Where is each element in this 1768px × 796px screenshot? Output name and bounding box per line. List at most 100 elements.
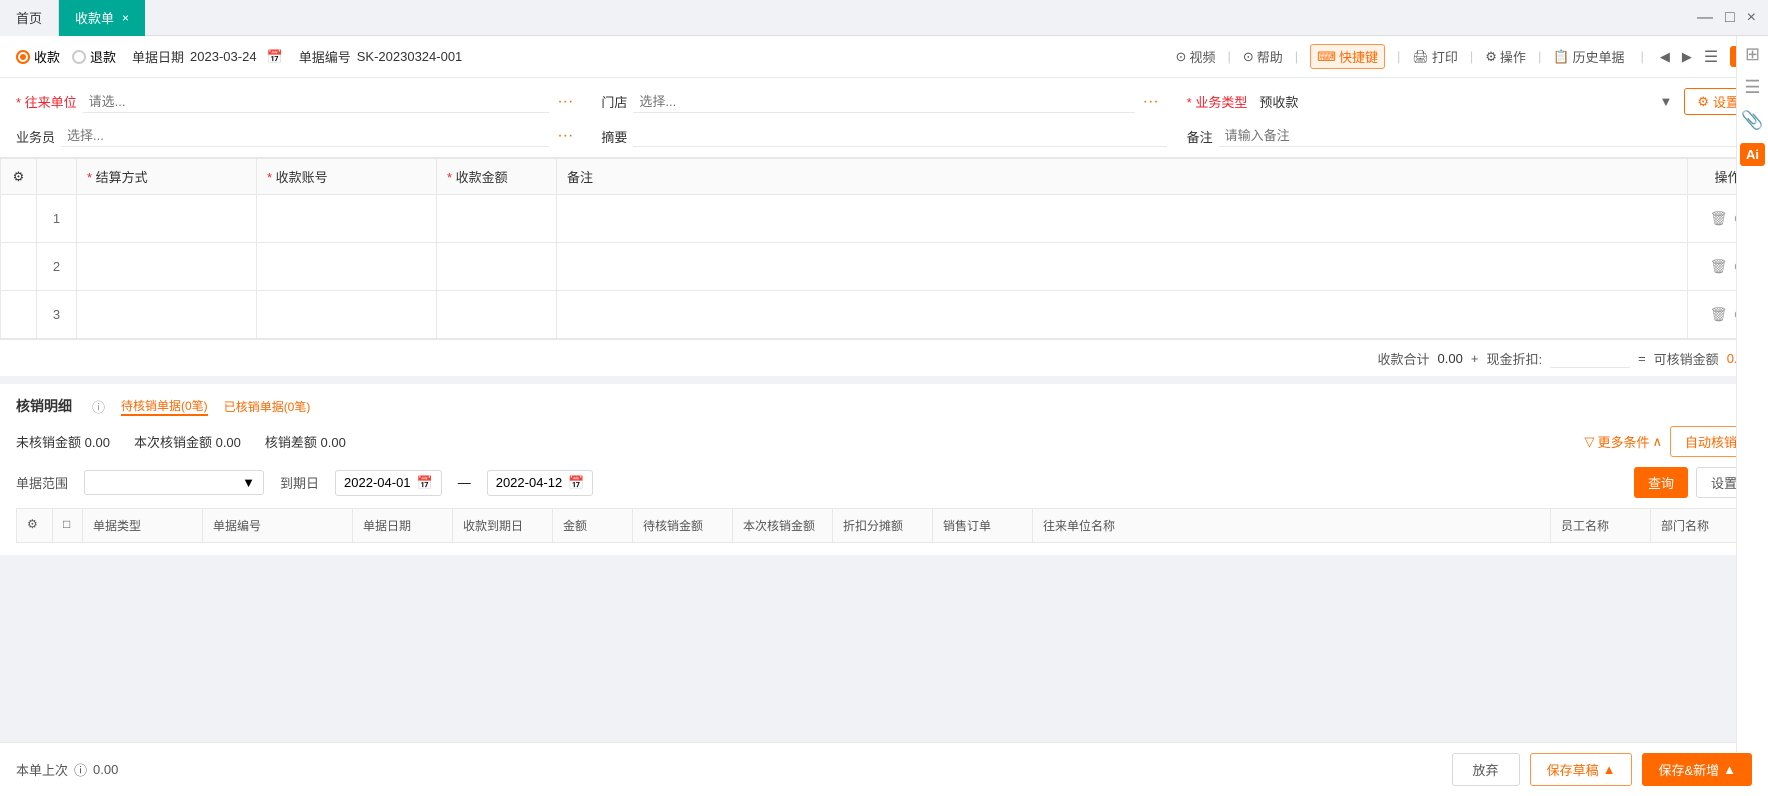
tab-home[interactable]: 首页 [0, 0, 59, 36]
radio-tuikuan[interactable]: 退款 [72, 47, 116, 66]
right-sidebar: ⊞ ☰ 📎 Ai [1736, 36, 1768, 752]
row-amount-1[interactable] [437, 195, 557, 243]
more-conditions-btn[interactable]: ▽ 更多条件 ∧ [1584, 432, 1662, 451]
pending-tab[interactable]: 待核销单据(0笔) [121, 397, 208, 416]
delete-icon-3[interactable]: 🗑 [1710, 306, 1728, 323]
prev-info-icon[interactable]: ⓘ [74, 760, 87, 779]
auto-verify-label: 自动核销 [1685, 435, 1737, 450]
staff-label: 业务员 [16, 127, 55, 146]
biz-type-value: 预收款 [1259, 92, 1298, 111]
diff-stat: 核销差额 0.00 [265, 432, 346, 451]
row-amount-3[interactable] [437, 291, 557, 339]
remark-input[interactable] [1219, 125, 1752, 147]
row-remark-3[interactable] [557, 291, 1688, 339]
row-account-3[interactable] [257, 291, 437, 339]
range-dropdown-icon: ▼ [242, 475, 255, 490]
tab-close-icon[interactable]: × [122, 11, 129, 25]
staff-field: 业务员 ··· [16, 125, 581, 147]
video-btn[interactable]: ⊙ 视频 [1176, 47, 1216, 66]
arrow-left-icon[interactable]: ◀ [1660, 49, 1670, 65]
delete-icon-2[interactable]: 🗑 [1710, 258, 1728, 275]
tab-bar: 首页 收款单 × — □ × [0, 0, 1768, 36]
filter-right: ▽ 更多条件 ∧ 自动核销 [1584, 426, 1752, 457]
tab-active-label: 收款单 [75, 8, 114, 27]
form-row-1: * 往来单位 ··· 门店 ··· * 业务类型 预收款 ▼ ⚙ 设置 [16, 88, 1752, 115]
sidebar-attach-icon[interactable]: 📎 [1741, 110, 1763, 131]
no-field: 单据编号 SK-20230324-001 [299, 47, 463, 66]
row-amount-2[interactable] [437, 243, 557, 291]
save-new-dropdown-icon: ▲ [1723, 762, 1736, 777]
operate-btn[interactable]: ⚙ 操作 [1485, 47, 1526, 66]
range-select[interactable]: ▼ [84, 470, 264, 495]
main-container: 收款 退款 单据日期 2023-03-24 📅 单据编号 SK-20230324… [0, 36, 1768, 796]
arrow-right-icon[interactable]: ▶ [1682, 49, 1692, 65]
table-gear-header[interactable]: ⚙ [1, 159, 37, 195]
discount-input[interactable] [1550, 348, 1630, 368]
radio-shoukuan[interactable]: 收款 [16, 47, 60, 66]
calendar-to-icon: 📅 [568, 475, 584, 491]
help-btn[interactable]: ⊙ 帮助 [1243, 47, 1283, 66]
row-remark-1[interactable] [557, 195, 1688, 243]
list-icon[interactable]: ☰ [1704, 47, 1718, 67]
restore-icon[interactable]: □ [1725, 9, 1735, 27]
row-account-1[interactable] [257, 195, 437, 243]
current-label: 本次核销金额 [134, 435, 212, 450]
equals-sign: = [1638, 351, 1646, 366]
sidebar-list-icon[interactable]: ☰ [1744, 77, 1760, 98]
total-label: 收款合计 [1378, 349, 1430, 368]
vt-gear-col[interactable]: ⚙ [17, 509, 53, 542]
table-col-account: 收款账号 [257, 159, 437, 195]
staff-input[interactable] [61, 125, 549, 147]
prev-label: 本单上次 [16, 760, 68, 779]
tab-active[interactable]: 收款单 × [59, 0, 145, 36]
save-new-btn[interactable]: 保存&新增 ▲ [1642, 753, 1752, 786]
radio-shoukuan-label: 收款 [34, 47, 60, 66]
row-checkbox-1 [1, 195, 37, 243]
calendar-icon[interactable]: 📅 [267, 49, 283, 65]
row-settlement-2[interactable] [77, 243, 257, 291]
due-to-field[interactable]: 2022-04-12 📅 [487, 470, 594, 496]
sep5: | [1538, 49, 1541, 64]
bottom-bar: 本单上次 ⓘ 0.00 放弃 保存草稿 ▲ 保存&新增 ▲ [0, 742, 1768, 796]
no-value[interactable]: SK-20230324-001 [357, 49, 463, 64]
date-value[interactable]: 2023-03-24 [190, 49, 257, 64]
print-btn[interactable]: 🖨 打印 [1412, 47, 1458, 66]
draft-btn[interactable]: 保存草稿 ▲ [1530, 753, 1633, 786]
query-btn[interactable]: 查询 [1634, 467, 1688, 498]
close-window-icon[interactable]: × [1747, 9, 1756, 27]
summary-input[interactable] [633, 125, 1166, 147]
minimize-icon[interactable]: — [1697, 9, 1713, 27]
vt-checkbox-col[interactable]: □ [53, 509, 83, 542]
row-account-2[interactable] [257, 243, 437, 291]
biz-type-dropdown-icon[interactable]: ▼ [1659, 94, 1672, 109]
staff-more-icon[interactable]: ··· [557, 127, 573, 145]
summary-field: 摘要 [601, 125, 1166, 147]
radio-dot-shoukuan [16, 50, 30, 64]
store-input[interactable] [633, 91, 1134, 113]
verification-info-icon[interactable]: ⓘ [92, 397, 105, 416]
due-from-field[interactable]: 2022-04-01 📅 [335, 470, 442, 496]
done-tab[interactable]: 已核销单据(0笔) [224, 398, 311, 415]
vt-amount-col: 金额 [553, 509, 633, 542]
sidebar-ai-icon[interactable]: Ai [1740, 143, 1765, 166]
row-checkbox-2 [1, 243, 37, 291]
biz-type-field: * 业务类型 预收款 ▼ ⚙ 设置 [1187, 88, 1752, 115]
row-checkbox-3 [1, 291, 37, 339]
sidebar-grid-icon[interactable]: ⊞ [1745, 44, 1760, 65]
shortcut-btn[interactable]: ⌨ 快捷键 [1310, 44, 1385, 69]
abandon-btn[interactable]: 放弃 [1452, 753, 1520, 786]
row-settlement-1[interactable] [77, 195, 257, 243]
counterparty-input[interactable] [83, 91, 550, 113]
store-more-icon[interactable]: ··· [1143, 93, 1159, 111]
history-btn[interactable]: 📋 历史单据 [1553, 47, 1624, 66]
counterparty-more-icon[interactable]: ··· [557, 93, 573, 111]
row-remark-2[interactable] [557, 243, 1688, 291]
draft-label: 保存草稿 [1547, 760, 1599, 779]
toolbar: 收款 退款 单据日期 2023-03-24 📅 单据编号 SK-20230324… [0, 36, 1768, 78]
row-settlement-3[interactable] [77, 291, 257, 339]
delete-icon-1[interactable]: 🗑 [1710, 210, 1728, 227]
sep6: | [1641, 49, 1644, 64]
date-field: 单据日期 2023-03-24 📅 [132, 47, 283, 66]
table-col-settlement: 结算方式 [77, 159, 257, 195]
store-field: 门店 ··· [601, 91, 1166, 113]
